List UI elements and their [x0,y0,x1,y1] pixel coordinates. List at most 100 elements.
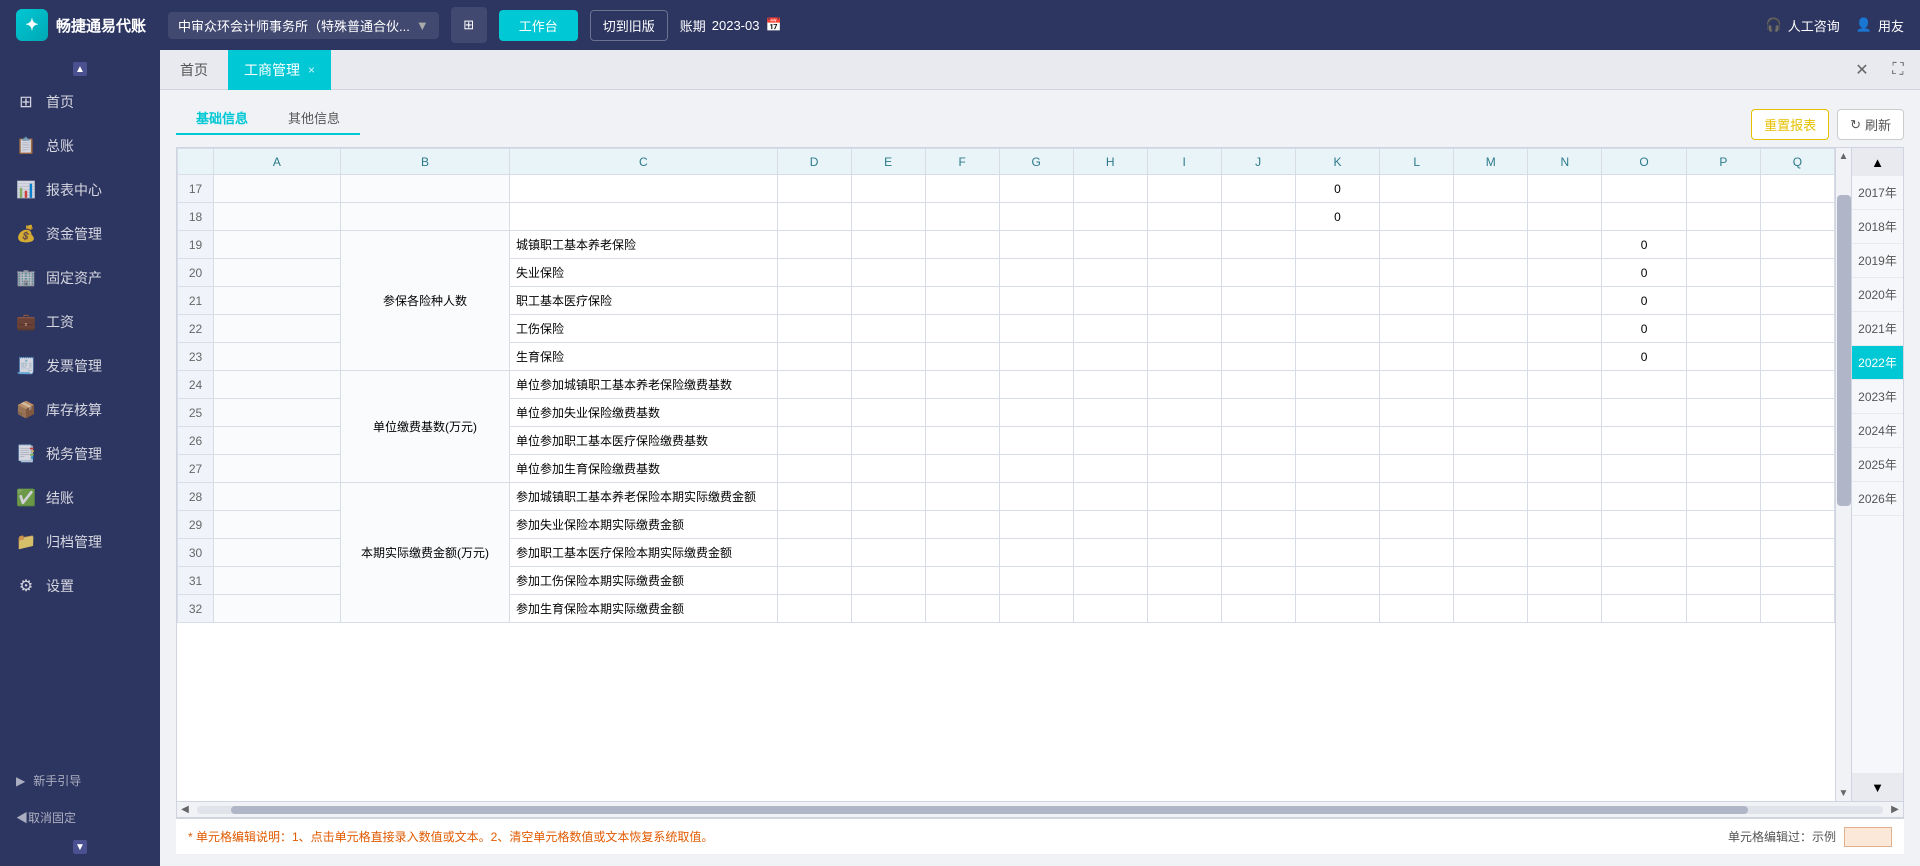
cell-22-m[interactable] [1454,315,1528,343]
support-section[interactable]: 🎧 人工咨询 [1766,16,1840,35]
cell-21-c[interactable]: 职工基本医疗保险 [510,287,778,315]
cell-25-e[interactable] [851,399,925,427]
cell-30-q[interactable] [1760,539,1834,567]
cell-24-f[interactable] [925,371,999,399]
cell-29-n[interactable] [1528,511,1602,539]
year-item-2022年[interactable]: 2022年 [1852,346,1903,380]
cell-27-o[interactable] [1602,455,1687,483]
cell-24-c[interactable]: 单位参加城镇职工基本养老保险缴费基数 [510,371,778,399]
cell-22-p[interactable] [1686,315,1760,343]
cell-25-d[interactable] [777,399,851,427]
cell-28-g[interactable] [999,483,1073,511]
cell-26-m[interactable] [1454,427,1528,455]
cell-32-m[interactable] [1454,595,1528,623]
cell-29-a[interactable] [214,511,341,539]
cell-21-p[interactable] [1686,287,1760,315]
cell-19-h[interactable] [1073,231,1147,259]
cell-18-n[interactable] [1528,203,1602,231]
cell-23-p[interactable] [1686,343,1760,371]
cell-21-q[interactable] [1760,287,1834,315]
cell-32-d[interactable] [777,595,851,623]
horizontal-scrollbar[interactable]: ◀ ▶ [177,801,1903,817]
cell-26-c[interactable]: 单位参加职工基本医疗保险缴费基数 [510,427,778,455]
tab-basic-info[interactable]: 基础信息 [176,102,268,135]
year-nav-up[interactable]: ▲ [1852,148,1903,176]
cell-27-q[interactable] [1760,455,1834,483]
cell-32-f[interactable] [925,595,999,623]
cell-20-e[interactable] [851,259,925,287]
cell-31-o[interactable] [1602,567,1687,595]
tab-home[interactable]: 首页 [160,50,228,90]
sidebar-scroll-down[interactable]: ▼ [73,840,87,854]
cell-18-j[interactable] [1221,203,1295,231]
cell-29-q[interactable] [1760,511,1834,539]
cell-20-d[interactable] [777,259,851,287]
cell-25-q[interactable] [1760,399,1834,427]
cell-31-j[interactable] [1221,567,1295,595]
cell-17-i[interactable] [1147,175,1221,203]
reset-button[interactable]: 重置报表 [1751,109,1829,140]
cell-23-g[interactable] [999,343,1073,371]
company-selector[interactable]: 中审众环会计师事务所（特殊普通合伙... ▼ [168,12,439,39]
cell-18-f[interactable] [925,203,999,231]
cell-31-k[interactable] [1295,567,1380,595]
cell-21-f[interactable] [925,287,999,315]
cell-19-c[interactable]: 城镇职工基本养老保险 [510,231,778,259]
cell-23-a[interactable] [214,343,341,371]
cell-21-h[interactable] [1073,287,1147,315]
cell-31-g[interactable] [999,567,1073,595]
year-item-2019年[interactable]: 2019年 [1852,244,1903,278]
cell-17-p[interactable] [1686,175,1760,203]
sidebar-item-tax[interactable]: 📑 税务管理 [0,432,160,476]
cell-32-p[interactable] [1686,595,1760,623]
cell-22-d[interactable] [777,315,851,343]
cell-22-q[interactable] [1760,315,1834,343]
cell-23-i[interactable] [1147,343,1221,371]
cell-23-f[interactable] [925,343,999,371]
sidebar-item-home[interactable]: ⊞ 首页 [0,80,160,124]
cell-26-g[interactable] [999,427,1073,455]
cell-32-a[interactable] [214,595,341,623]
cell-17-j[interactable] [1221,175,1295,203]
cell-32-q[interactable] [1760,595,1834,623]
cell-19-f[interactable] [925,231,999,259]
cell-22-e[interactable] [851,315,925,343]
cell-30-d[interactable] [777,539,851,567]
cell-32-h[interactable] [1073,595,1147,623]
cell-25-f[interactable] [925,399,999,427]
unpin-button[interactable]: ◀取消固定 [0,799,160,836]
year-nav-down[interactable]: ▼ [1852,773,1903,801]
cell-29-j[interactable] [1221,511,1295,539]
cell-26-h[interactable] [1073,427,1147,455]
cell-17-h[interactable] [1073,175,1147,203]
cell-30-g[interactable] [999,539,1073,567]
cell-19-p[interactable] [1686,231,1760,259]
cell-19-k[interactable] [1295,231,1380,259]
cell-24-m[interactable] [1454,371,1528,399]
cell-26-p[interactable] [1686,427,1760,455]
cell-22-j[interactable] [1221,315,1295,343]
cell-18-a[interactable] [214,203,341,231]
cell-28-o[interactable] [1602,483,1687,511]
year-item-2026年[interactable]: 2026年 [1852,482,1903,516]
cell-22-f[interactable] [925,315,999,343]
cell-29-e[interactable] [851,511,925,539]
cell-17-f[interactable] [925,175,999,203]
cell-31-f[interactable] [925,567,999,595]
cell-24-o[interactable] [1602,371,1687,399]
cell-30-k[interactable] [1295,539,1380,567]
cell-30-n[interactable] [1528,539,1602,567]
cell-27-n[interactable] [1528,455,1602,483]
cell-31-e[interactable] [851,567,925,595]
cell-25-a[interactable] [214,399,341,427]
cell-27-a[interactable] [214,455,341,483]
cell-28-e[interactable] [851,483,925,511]
cell-24-n[interactable] [1528,371,1602,399]
cell-29-g[interactable] [999,511,1073,539]
refresh-button[interactable]: ↻ 刷新 [1837,109,1904,140]
cell-21-g[interactable] [999,287,1073,315]
cell-28-k[interactable] [1295,483,1380,511]
cell-30-m[interactable] [1454,539,1528,567]
scroll-down-arrow[interactable]: ▼ [1836,785,1851,801]
cell-17-q[interactable] [1760,175,1834,203]
